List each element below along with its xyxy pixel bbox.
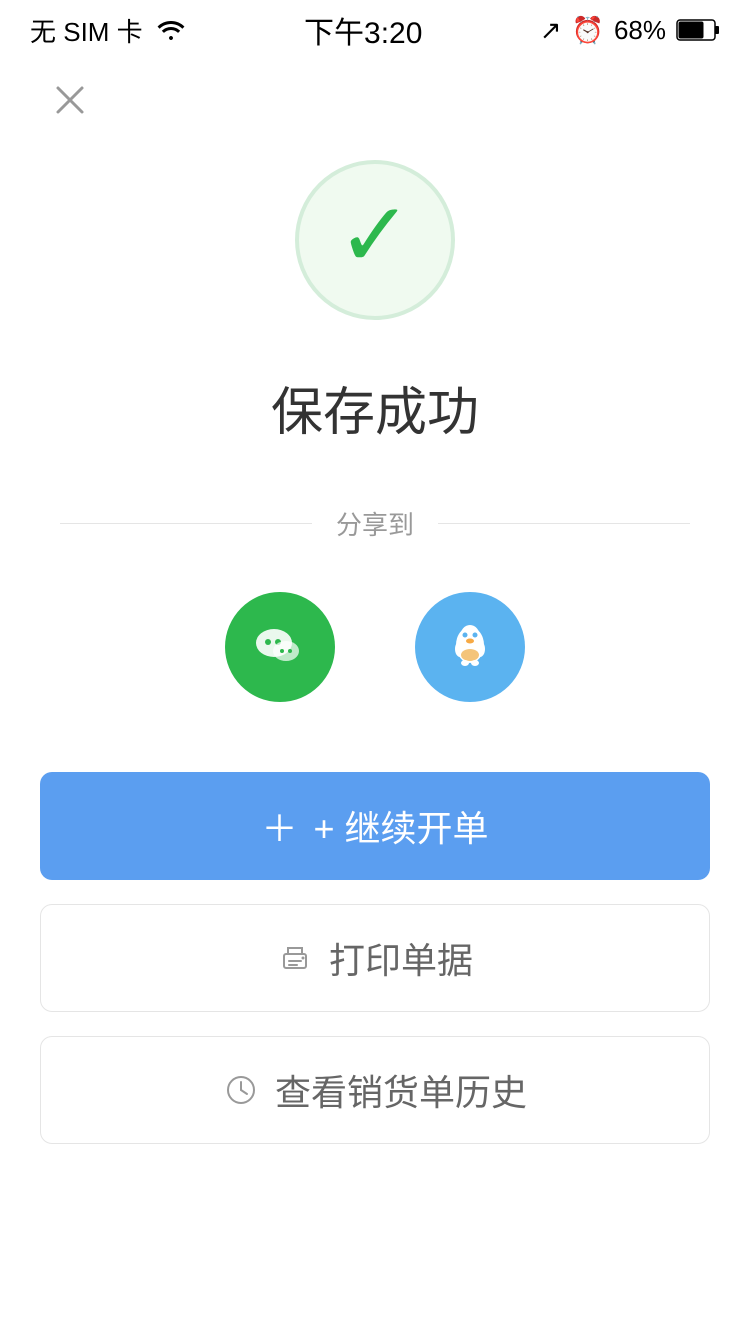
success-icon-circle: ✓ xyxy=(295,160,455,320)
status-left: 无 SIM 卡 xyxy=(30,12,187,49)
history-button[interactable]: 查看销货单历史 xyxy=(40,1036,710,1144)
share-icons xyxy=(225,592,525,702)
close-button[interactable] xyxy=(40,70,100,130)
action-buttons: ＋ + 继续开单 打印单据 xyxy=(0,772,750,1144)
main-content: ✓ 保存成功 分享到 xyxy=(0,60,750,1144)
divider-right xyxy=(438,523,690,524)
share-divider: 分享到 xyxy=(0,505,750,542)
continue-button[interactable]: ＋ + 继续开单 xyxy=(40,772,710,880)
alarm-icon: ⏰ xyxy=(572,15,604,46)
history-label: 查看销货单历史 xyxy=(275,1064,527,1116)
print-button[interactable]: 打印单据 xyxy=(40,904,710,1012)
share-label: 分享到 xyxy=(312,505,438,542)
wifi-icon xyxy=(155,18,187,42)
wechat-share-button[interactable] xyxy=(225,592,335,702)
status-bar: 无 SIM 卡 下午3:20 ↗ ⏰ 68% xyxy=(0,0,750,60)
qq-share-button[interactable] xyxy=(415,592,525,702)
divider-left xyxy=(60,523,312,524)
status-time: 下午3:20 xyxy=(304,8,422,52)
location-icon: ↗ xyxy=(540,15,562,46)
status-right: ↗ ⏰ 68% xyxy=(540,15,720,46)
checkmark-icon: ✓ xyxy=(337,191,412,281)
plus-icon: ＋ xyxy=(261,800,297,852)
printer-icon xyxy=(277,940,313,976)
battery-icon xyxy=(676,19,720,41)
clock-icon xyxy=(223,1072,259,1108)
success-title: 保存成功 xyxy=(271,370,479,445)
battery-text: 68% xyxy=(614,15,666,46)
print-label: 打印单据 xyxy=(329,932,473,984)
continue-label: + 继续开单 xyxy=(313,800,488,852)
sim-status: 无 SIM 卡 xyxy=(30,12,143,49)
